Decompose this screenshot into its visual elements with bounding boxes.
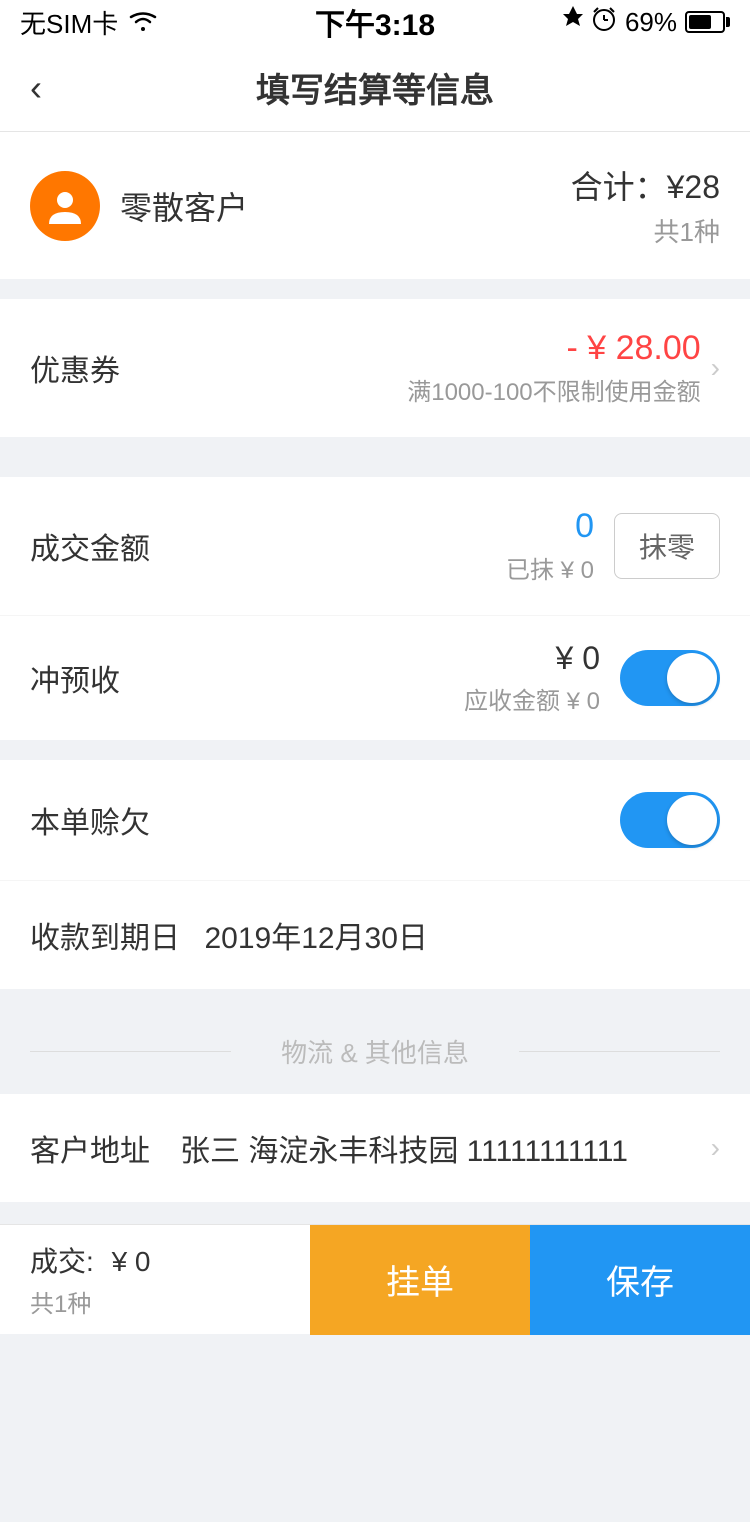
customer-left: 零散客户	[30, 171, 248, 241]
bottom-count: 共1种	[30, 1284, 280, 1319]
toggle-knob	[667, 653, 717, 703]
status-icons: 69%	[563, 6, 730, 39]
coupon-right: - ¥ 28.00 满1000-100不限制使用金额 ›	[407, 329, 720, 407]
coupon-desc: 满1000-100不限制使用金额	[407, 372, 700, 407]
transaction-label: 成交金额	[30, 524, 150, 568]
bottom-deal-value: ¥ 0	[112, 1246, 151, 1277]
divider-3	[0, 989, 750, 1009]
prepay-value: ¥ 0	[464, 640, 600, 677]
bottom-info: 成交: ¥ 0 共1种	[0, 1240, 310, 1319]
wifi-icon	[128, 7, 158, 38]
prepay-toggle[interactable]	[620, 650, 720, 706]
transaction-value: 0	[506, 507, 594, 546]
credit-toggle[interactable]	[620, 792, 720, 848]
coupon-section[interactable]: 优惠券 - ¥ 28.00 满1000-100不限制使用金额 ›	[0, 299, 750, 437]
bottom-bar: 成交: ¥ 0 共1种 挂单 保存	[0, 1224, 750, 1334]
transaction-value-wrap: 0 已抹 ¥ 0	[506, 507, 594, 585]
address-chevron-icon: ›	[711, 1132, 720, 1164]
status-carrier: 无SIM卡	[20, 4, 158, 41]
carrier-text: 无SIM卡	[20, 4, 118, 41]
coupon-value: - ¥ 28.00 满1000-100不限制使用金额	[407, 329, 700, 407]
logistics-divider: 物流 & 其他信息	[0, 1009, 750, 1094]
coupon-discount: - ¥ 28.00	[407, 329, 700, 368]
alarm-icon	[591, 6, 617, 39]
customer-name: 零散客户	[120, 183, 248, 229]
coupon-label: 优惠券	[30, 346, 120, 390]
location-icon	[563, 6, 583, 39]
credit-toggle-knob	[667, 795, 717, 845]
duedate-section: 收款到期日 2019年12月30日	[0, 880, 750, 989]
duedate-value: 2019年12月30日	[204, 913, 427, 957]
bottom-deal: 成交: ¥ 0	[30, 1240, 280, 1280]
battery-percent: 69%	[625, 7, 677, 38]
nav-title: 填写结算等信息	[256, 63, 494, 112]
total-amount: 合计：¥28	[571, 162, 720, 208]
transaction-right: 0 已抹 ¥ 0 抹零	[506, 507, 720, 585]
credit-label: 本单赊欠	[30, 798, 150, 842]
logistics-line-right	[519, 1051, 720, 1052]
transaction-row: 成交金额 0 已抹 ¥ 0 抹零	[0, 477, 750, 615]
duedate-label: 收款到期日	[30, 922, 180, 955]
hold-button[interactable]: 挂单	[310, 1225, 530, 1335]
nav-bar: ‹ 填写结算等信息	[0, 44, 750, 132]
prepay-value-wrap: ¥ 0 应收金额 ¥ 0	[464, 640, 600, 716]
total-count: 共1种	[571, 212, 720, 249]
prepay-row: 冲预收 ¥ 0 应收金额 ¥ 0	[0, 615, 750, 740]
address-section[interactable]: 客户地址 张三 海淀永丰科技园 11111111111 ›	[0, 1094, 750, 1202]
battery-icon	[685, 11, 730, 33]
address-value: 张三 海淀永丰科技园 11111111111	[180, 1126, 711, 1170]
prepay-label: 冲预收	[30, 656, 120, 700]
bottom-deal-label: 成交:	[30, 1246, 94, 1277]
logistics-line-left	[30, 1051, 231, 1052]
status-bar: 无SIM卡 下午3:18 69%	[0, 0, 750, 44]
divider-1	[0, 457, 750, 477]
save-button[interactable]: 保存	[530, 1225, 750, 1335]
prepay-right: ¥ 0 应收金额 ¥ 0	[464, 640, 720, 716]
divider-2	[0, 740, 750, 760]
customer-section: 零散客户 合计：¥28 共1种	[0, 132, 750, 279]
logistics-text: 物流 & 其他信息	[281, 1033, 469, 1070]
address-label: 客户地址	[30, 1126, 150, 1170]
transaction-section: 成交金额 0 已抹 ¥ 0 抹零 冲预收 ¥ 0 应收金额 ¥ 0	[0, 477, 750, 740]
status-time: 下午3:18	[315, 0, 435, 44]
customer-right: 合计：¥28 共1种	[571, 162, 720, 249]
customer-avatar	[30, 171, 100, 241]
back-button[interactable]: ‹	[30, 67, 42, 109]
round-zero-button[interactable]: 抹零	[614, 513, 720, 579]
chevron-right-icon: ›	[711, 352, 720, 384]
credit-section: 本单赊欠 收款到期日 2019年12月30日	[0, 760, 750, 989]
prepay-sub: 应收金额 ¥ 0	[464, 681, 600, 716]
credit-row: 本单赊欠	[0, 760, 750, 880]
transaction-sub: 已抹 ¥ 0	[506, 550, 594, 585]
